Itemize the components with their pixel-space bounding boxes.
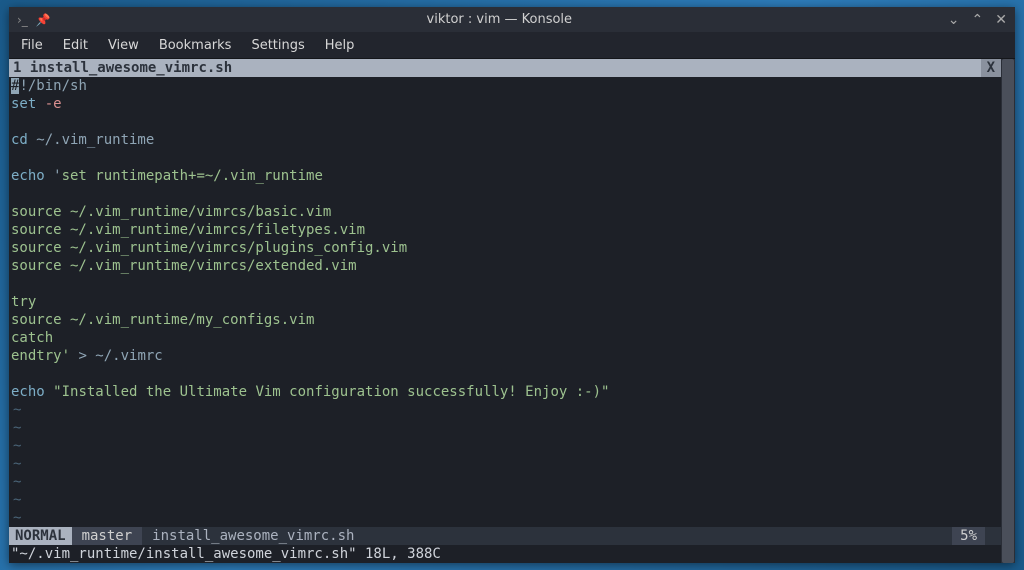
- code-line-6: echo 'set runtimepath+=~/.vim_runtime: [11, 167, 999, 185]
- status-filename: install_awesome_vimrc.sh: [142, 527, 364, 545]
- tilde-line: ~: [11, 419, 999, 437]
- status-mode: NORMAL: [9, 527, 72, 545]
- code-line-7: [11, 185, 999, 203]
- code-line-5: [11, 149, 999, 167]
- tilde-line: ~: [11, 455, 999, 473]
- code-line-10: source ~/.vim_runtime/vimrcs/plugins_con…: [11, 239, 999, 257]
- menu-settings[interactable]: Settings: [251, 38, 304, 53]
- code-line-16: endtry' > ~/.vimrc: [11, 347, 999, 365]
- menu-bookmarks[interactable]: Bookmarks: [159, 38, 232, 53]
- code-line-8: source ~/.vim_runtime/vimrcs/basic.vim: [11, 203, 999, 221]
- tilde-line: ~: [11, 491, 999, 509]
- code-line-4: cd ~/.vim_runtime: [11, 131, 999, 149]
- vim-buffer[interactable]: #!/bin/sh set -e cd ~/.vim_runtime echo …: [9, 77, 1001, 527]
- code-line-3: [11, 113, 999, 131]
- code-line-14: source ~/.vim_runtime/my_configs.vim: [11, 311, 999, 329]
- terminal-indicator-icon: ›_: [17, 13, 28, 27]
- vim-tab-active[interactable]: 1 install_awesome_vimrc.sh: [9, 59, 236, 77]
- menubar: File Edit View Bookmarks Settings Help: [9, 32, 1015, 59]
- tilde-line: ~: [11, 401, 999, 419]
- scroll-track[interactable]: [1001, 59, 1015, 563]
- code-line-11: source ~/.vim_runtime/vimrcs/extended.vi…: [11, 257, 999, 275]
- code-line-1: #!/bin/sh: [11, 77, 999, 95]
- code-line-15: catch: [11, 329, 999, 347]
- menu-file[interactable]: File: [21, 38, 43, 53]
- titlebar-controls: ⌄ ⌃ ✕: [948, 13, 1007, 27]
- window-title: viktor : vim — Konsole: [51, 12, 948, 27]
- pin-icon[interactable]: 📌: [36, 13, 51, 27]
- code-line-17: [11, 365, 999, 383]
- vim-statusline: NORMAL master install_awesome_vimrc.sh 5…: [9, 527, 1001, 545]
- maximize-button[interactable]: ⌃: [972, 13, 984, 27]
- titlebar-left: ›_ 📌: [17, 13, 51, 27]
- terminal-area[interactable]: 1 install_awesome_vimrc.sh X #!/bin/sh s…: [9, 59, 1015, 563]
- scrollbar[interactable]: [1001, 59, 1015, 563]
- tab-filename: install_awesome_vimrc.sh: [30, 60, 232, 76]
- code-line-9: source ~/.vim_runtime/vimrcs/filetypes.v…: [11, 221, 999, 239]
- konsole-window: ›_ 📌 viktor : vim — Konsole ⌄ ⌃ ✕ File E…: [9, 7, 1015, 563]
- minimize-button[interactable]: ⌄: [948, 13, 960, 27]
- scroll-thumb[interactable]: [1002, 59, 1014, 563]
- tilde-line: ~: [11, 437, 999, 455]
- titlebar: ›_ 📌 viktor : vim — Konsole ⌄ ⌃ ✕: [9, 7, 1015, 32]
- status-percent: 5%: [952, 527, 985, 545]
- code-line-2: set -e: [11, 95, 999, 113]
- tab-close-button[interactable]: X: [981, 59, 1001, 77]
- code-line-12: [11, 275, 999, 293]
- code-line-18: echo "Installed the Ultimate Vim configu…: [11, 383, 999, 401]
- status-git-branch: master: [72, 527, 143, 545]
- menu-help[interactable]: Help: [325, 38, 355, 53]
- vim-cmdline: "~/.vim_runtime/install_awesome_vimrc.sh…: [9, 545, 1001, 563]
- terminal-content: 1 install_awesome_vimrc.sh X #!/bin/sh s…: [9, 59, 1001, 563]
- vim-tabline: 1 install_awesome_vimrc.sh X: [9, 59, 1001, 77]
- tab-index: 1: [13, 60, 21, 76]
- tilde-line: ~: [11, 473, 999, 491]
- close-button[interactable]: ✕: [995, 13, 1007, 27]
- menu-view[interactable]: View: [108, 38, 139, 53]
- tilde-line: ~: [11, 509, 999, 527]
- code-line-13: try: [11, 293, 999, 311]
- menu-edit[interactable]: Edit: [63, 38, 88, 53]
